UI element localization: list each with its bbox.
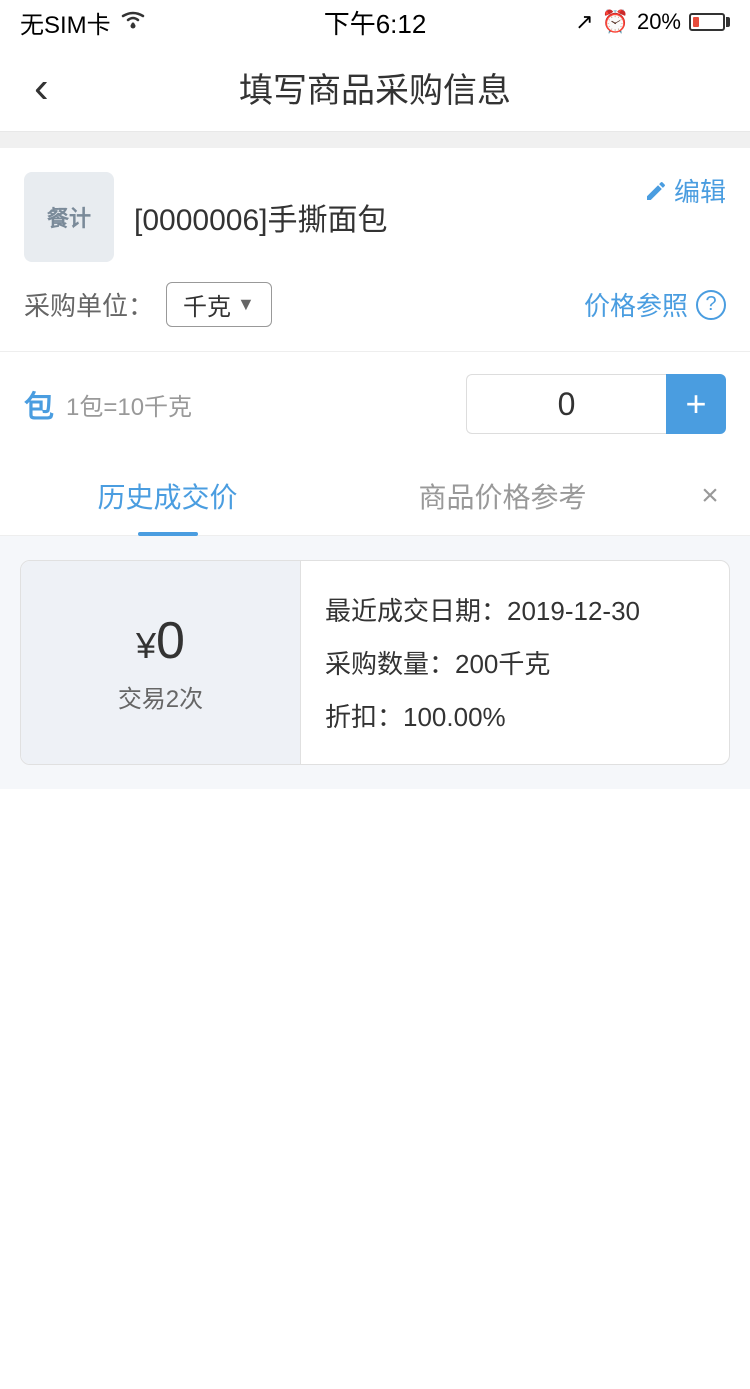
price-ref-button[interactable]: 价格参照 ? bbox=[584, 286, 726, 323]
quantity-plus-button[interactable]: + bbox=[666, 374, 726, 434]
unit-selector[interactable]: 千克 ▼ bbox=[166, 282, 272, 327]
tabs-bar: 历史成交价 商品价格参考 × bbox=[0, 456, 750, 536]
product-header: 餐计 [0000006]手撕面包 编辑 bbox=[24, 172, 726, 262]
tab1-label: 历史成交价 bbox=[97, 476, 237, 516]
discount-value: 100.00% bbox=[403, 702, 506, 732]
product-card: 餐计 [0000006]手撕面包 编辑 采购单位： 千克 ▼ 价格参照 ? bbox=[0, 148, 750, 351]
blank-content-area bbox=[0, 789, 750, 1389]
history-price: ¥0 bbox=[136, 611, 185, 671]
product-unit-row: 采购单位： 千克 ▼ 价格参照 ? bbox=[24, 282, 726, 327]
unit-arrow-icon: ▼ bbox=[237, 294, 255, 315]
unit-conversion: 1包=10千克 bbox=[66, 387, 192, 422]
status-time: 下午6:12 bbox=[324, 4, 427, 41]
status-left: 无SIM卡 bbox=[20, 5, 147, 40]
tab-product-price-ref[interactable]: 商品价格参考 bbox=[335, 456, 670, 536]
battery-icon bbox=[689, 13, 730, 31]
thumbnail-text: 餐计 bbox=[47, 201, 91, 233]
history-card: ¥0 交易2次 最近成交日期：2019-12-30 采购数量：200千克 折扣：… bbox=[20, 560, 730, 765]
discount-label: 折扣： bbox=[325, 702, 403, 732]
recent-date-row: 最近成交日期：2019-12-30 bbox=[325, 591, 705, 628]
price-yen-symbol: ¥ bbox=[136, 625, 156, 666]
status-right: ↗ ⏰ 20% bbox=[575, 9, 730, 35]
tab-history-price[interactable]: 历史成交价 bbox=[0, 456, 335, 536]
price-ref-help-icon: ? bbox=[696, 290, 726, 320]
edit-label: 编辑 bbox=[674, 172, 726, 209]
unit-icon: 包 bbox=[24, 382, 54, 426]
battery-percent: 20% bbox=[637, 9, 681, 35]
tab2-label: 商品价格参考 bbox=[418, 476, 586, 516]
price-value: 0 bbox=[156, 612, 185, 670]
product-name: [0000006]手撕面包 bbox=[134, 195, 387, 239]
price-ref-label: 价格参照 bbox=[584, 286, 688, 323]
history-left: ¥0 交易2次 bbox=[21, 561, 301, 764]
quantity-row: 包 1包=10千克 + bbox=[0, 351, 750, 456]
product-thumbnail: 餐计 bbox=[24, 172, 114, 262]
close-icon: × bbox=[701, 479, 719, 513]
history-trades: 交易2次 bbox=[118, 679, 203, 714]
quantity-input-area: + bbox=[466, 374, 726, 434]
product-unit-left: 采购单位： 千克 ▼ bbox=[24, 282, 272, 327]
nav-bar: ‹ 填写商品采购信息 bbox=[0, 44, 750, 132]
history-right: 最近成交日期：2019-12-30 采购数量：200千克 折扣：100.00% bbox=[301, 561, 729, 764]
alarm-icon: ⏰ bbox=[602, 9, 629, 35]
tab-close-button[interactable]: × bbox=[670, 456, 750, 536]
discount-row: 折扣：100.00% bbox=[325, 697, 705, 734]
purchase-qty-value: 200千克 bbox=[455, 649, 550, 679]
page-title: 填写商品采购信息 bbox=[239, 63, 511, 112]
back-button[interactable]: ‹ bbox=[24, 56, 59, 120]
plus-icon: + bbox=[685, 383, 706, 425]
gps-icon: ↗ bbox=[575, 9, 593, 35]
unit-value: 千克 bbox=[183, 287, 231, 322]
network-label: 无SIM卡 bbox=[20, 5, 111, 40]
quantity-input[interactable] bbox=[466, 374, 666, 434]
unit-label: 采购单位： bbox=[24, 286, 154, 323]
purchase-qty-label: 采购数量： bbox=[325, 649, 455, 679]
divider-top bbox=[0, 132, 750, 148]
tabs-section: 历史成交价 商品价格参考 × ¥0 交易2次 最近成交日期：2019-12-30… bbox=[0, 456, 750, 1389]
status-bar: 无SIM卡 下午6:12 ↗ ⏰ 20% bbox=[0, 0, 750, 44]
product-left: 餐计 [0000006]手撕面包 bbox=[24, 172, 387, 262]
recent-date-label: 最近成交日期： bbox=[325, 596, 507, 626]
quantity-unit-info: 包 1包=10千克 bbox=[24, 382, 192, 426]
purchase-qty-row: 采购数量：200千克 bbox=[325, 644, 705, 681]
recent-date-value: 2019-12-30 bbox=[507, 596, 640, 626]
wifi-icon bbox=[119, 8, 147, 37]
edit-button[interactable]: 编辑 bbox=[644, 172, 726, 209]
